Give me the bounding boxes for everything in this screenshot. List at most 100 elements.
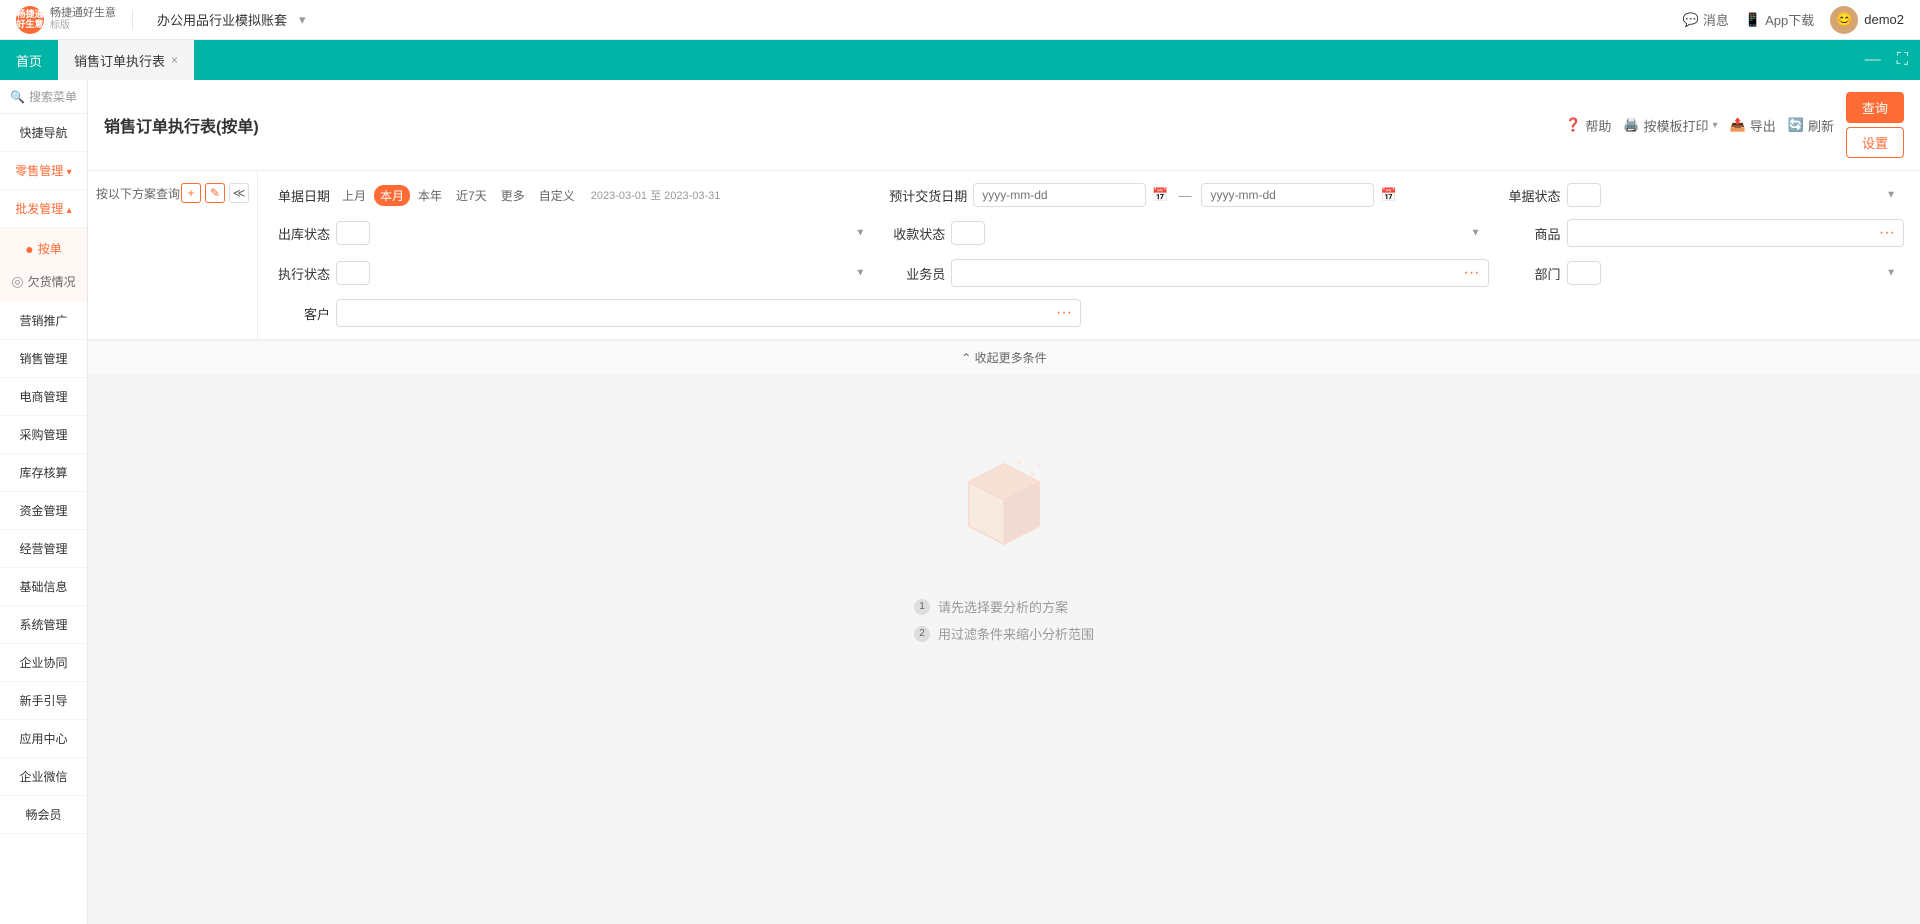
date-tab-more[interactable]: 更多 [495,185,531,206]
date-tab-7days[interactable]: 近7天 [450,185,493,206]
tip-num-1: 1 [914,599,930,615]
refresh-icon: 🔄 [1788,117,1804,133]
tab-sales-execution[interactable]: 销售订单执行表 × [58,40,194,80]
date-tab-this-year[interactable]: 本年 [412,185,448,206]
product-input[interactable] [1576,226,1880,240]
page-actions: ❓ 帮助 🖨️ 按模板打印 ▾ 📤 导出 🔄 刷新 查询 [1565,92,1904,158]
sidebar-item-quick-nav[interactable]: 快捷导航 [0,114,87,152]
date-tabs: 上月 本月 本年 近7天 更多 自定义 [336,185,581,206]
date-tab-this-month[interactable]: 本月 [374,185,410,206]
date-tab-custom[interactable]: 自定义 [533,185,581,206]
logo-area: 畅捷通好生意 畅捷通好生意 标版 [16,6,116,34]
customer-group: 客户 ··· [274,299,1081,327]
sidebar-item-finance[interactable]: 资金管理 [0,492,87,530]
date-tab-last-month[interactable]: 上月 [336,185,372,206]
export-button[interactable]: 📤 导出 [1730,116,1776,135]
salesman-label: 业务员 [889,264,945,283]
app-dropdown-icon[interactable]: ▾ [299,12,306,28]
salesman-input[interactable] [960,266,1463,280]
sidebar-item-newbie[interactable]: 新手引导 [0,682,87,720]
print-icon: 🖨️ [1623,117,1639,133]
tab-home[interactable]: 首页 [0,40,58,80]
execution-status-wrapper [336,261,873,285]
logo-text: 畅捷通好生意 标版 [50,7,116,32]
execution-status-select[interactable] [336,261,370,285]
page-title: 销售订单执行表(按单) [104,113,259,137]
print-dropdown-icon: ▾ [1713,120,1718,131]
date-range-text: 2023-03-01 至 2023-03-31 [591,187,721,203]
maximize-button[interactable]: ⛶ [1893,47,1912,73]
tab-bar: 首页 销售订单执行表 × — ⛶ [0,40,1920,80]
customer-input-wrapper: ··· [336,299,1081,327]
sidebar-item-retail[interactable]: 零售管理 ▾ [0,152,87,190]
help-button[interactable]: ❓ 帮助 [1565,116,1611,135]
sidebar: 🔍 搜索菜单 快捷导航 零售管理 ▾ 批发管理 ▴ ● 按单 ◎ 欠货情况 营销 [0,80,88,924]
tab-bar-right: — ⛶ [1861,47,1920,73]
sidebar-item-inventory[interactable]: 库存核算 [0,454,87,492]
page-header: 销售订单执行表(按单) ❓ 帮助 🖨️ 按模板打印 ▾ 📤 导出 🔄 刷新 [88,80,1920,171]
sidebar-search[interactable]: 🔍 搜索菜单 [0,80,87,114]
sidebar-item-system[interactable]: 系统管理 [0,606,87,644]
payment-status-select[interactable] [951,221,985,245]
delivery-status-select[interactable] [336,221,370,245]
edit-scheme-button[interactable]: ✎ [205,183,225,203]
top-header: 畅捷通好生意 畅捷通好生意 标版 办公用品行业模拟账套 ▾ 💬 消息 📱 App… [0,0,1920,40]
sidebar-item-purchase[interactable]: 采购管理 [0,416,87,454]
sidebar-item-enterprise-wechat[interactable]: 企业微信 [0,758,87,796]
filter-row-3: 执行状态 业务员 ··· [274,259,1904,287]
filter-collapse-button[interactable]: ⌃ 收起更多条件 [88,340,1920,374]
customer-input[interactable] [345,306,1056,320]
department-wrapper [1567,261,1905,285]
status-group: 单据状态 [1505,183,1905,207]
expected-date-to[interactable] [1201,183,1374,207]
payment-status-group: 收款状态 [889,221,1488,245]
filter-sidebar-title: 按以下方案查询 [96,185,180,202]
app-title[interactable]: 办公用品行业模拟账套 [157,10,287,29]
print-button[interactable]: 🖨️ 按模板打印 ▾ [1623,116,1717,135]
collapse-sidebar-button[interactable]: ≪ [229,183,249,203]
sidebar-sub-item-by-order[interactable]: ● 按单 [0,232,87,265]
sidebar-item-operations[interactable]: 经营管理 [0,530,87,568]
expected-date-from[interactable] [973,183,1146,207]
sidebar-item-enterprise-collab[interactable]: 企业协同 [0,644,87,682]
user-menu[interactable]: 😊 demo2 [1830,6,1904,34]
main-layout: 🔍 搜索菜单 快捷导航 零售管理 ▾ 批发管理 ▴ ● 按单 ◎ 欠货情况 营销 [0,80,1920,924]
sidebar-sub-item-shortage[interactable]: ◎ 欠货情况 [0,265,87,298]
user-name: demo2 [1864,12,1904,27]
sidebar-item-app-center[interactable]: 应用中心 [0,720,87,758]
filter-sidebar-actions: + ✎ ≪ [181,183,249,203]
delivery-status-label: 出库状态 [274,224,330,243]
refresh-button[interactable]: 🔄 刷新 [1788,116,1834,135]
product-dots[interactable]: ··· [1879,224,1895,242]
minimize-button[interactable]: — [1861,47,1885,73]
right-action-buttons: 查询 设置 [1846,92,1904,158]
app-download-button[interactable]: 📱 App下载 [1745,10,1814,29]
query-button[interactable]: 查询 [1846,92,1904,123]
department-select[interactable] [1567,261,1601,285]
date-label: 单据日期 [274,186,330,205]
payment-status-wrapper [951,221,1488,245]
sidebar-item-basic-info[interactable]: 基础信息 [0,568,87,606]
product-label: 商品 [1505,224,1561,243]
filter-panel: 按以下方案查询 + ✎ ≪ 单据日期 上月 [88,171,1920,340]
calendar-icon-1[interactable]: 📅 [1152,187,1168,203]
product-group: 商品 ··· [1505,219,1905,247]
empty-tips: 1 请先选择要分析的方案 2 用过滤条件来缩小分析范围 [914,597,1094,651]
customer-dots[interactable]: ··· [1056,304,1072,322]
sidebar-item-member[interactable]: 畅会员 [0,796,87,834]
help-icon: ❓ [1565,117,1581,133]
filter-row-2: 出库状态 收款状态 [274,219,1904,247]
status-select[interactable] [1567,183,1601,207]
sidebar-item-marketing[interactable]: 营销推广 [0,302,87,340]
calendar-icon-2[interactable]: 📅 [1380,187,1396,203]
filter-row-4: 客户 ··· [274,299,1904,327]
filter-sidebar: 按以下方案查询 + ✎ ≪ [88,171,258,339]
salesman-dots[interactable]: ··· [1464,264,1480,282]
tab-close-button[interactable]: × [171,53,178,67]
add-scheme-button[interactable]: + [181,183,201,203]
sidebar-item-wholesale[interactable]: 批发管理 ▴ [0,190,87,228]
sidebar-item-ecommerce[interactable]: 电商管理 [0,378,87,416]
settings-button[interactable]: 设置 [1846,127,1904,158]
sidebar-item-sales[interactable]: 销售管理 [0,340,87,378]
messages-button[interactable]: 💬 消息 [1683,10,1729,29]
